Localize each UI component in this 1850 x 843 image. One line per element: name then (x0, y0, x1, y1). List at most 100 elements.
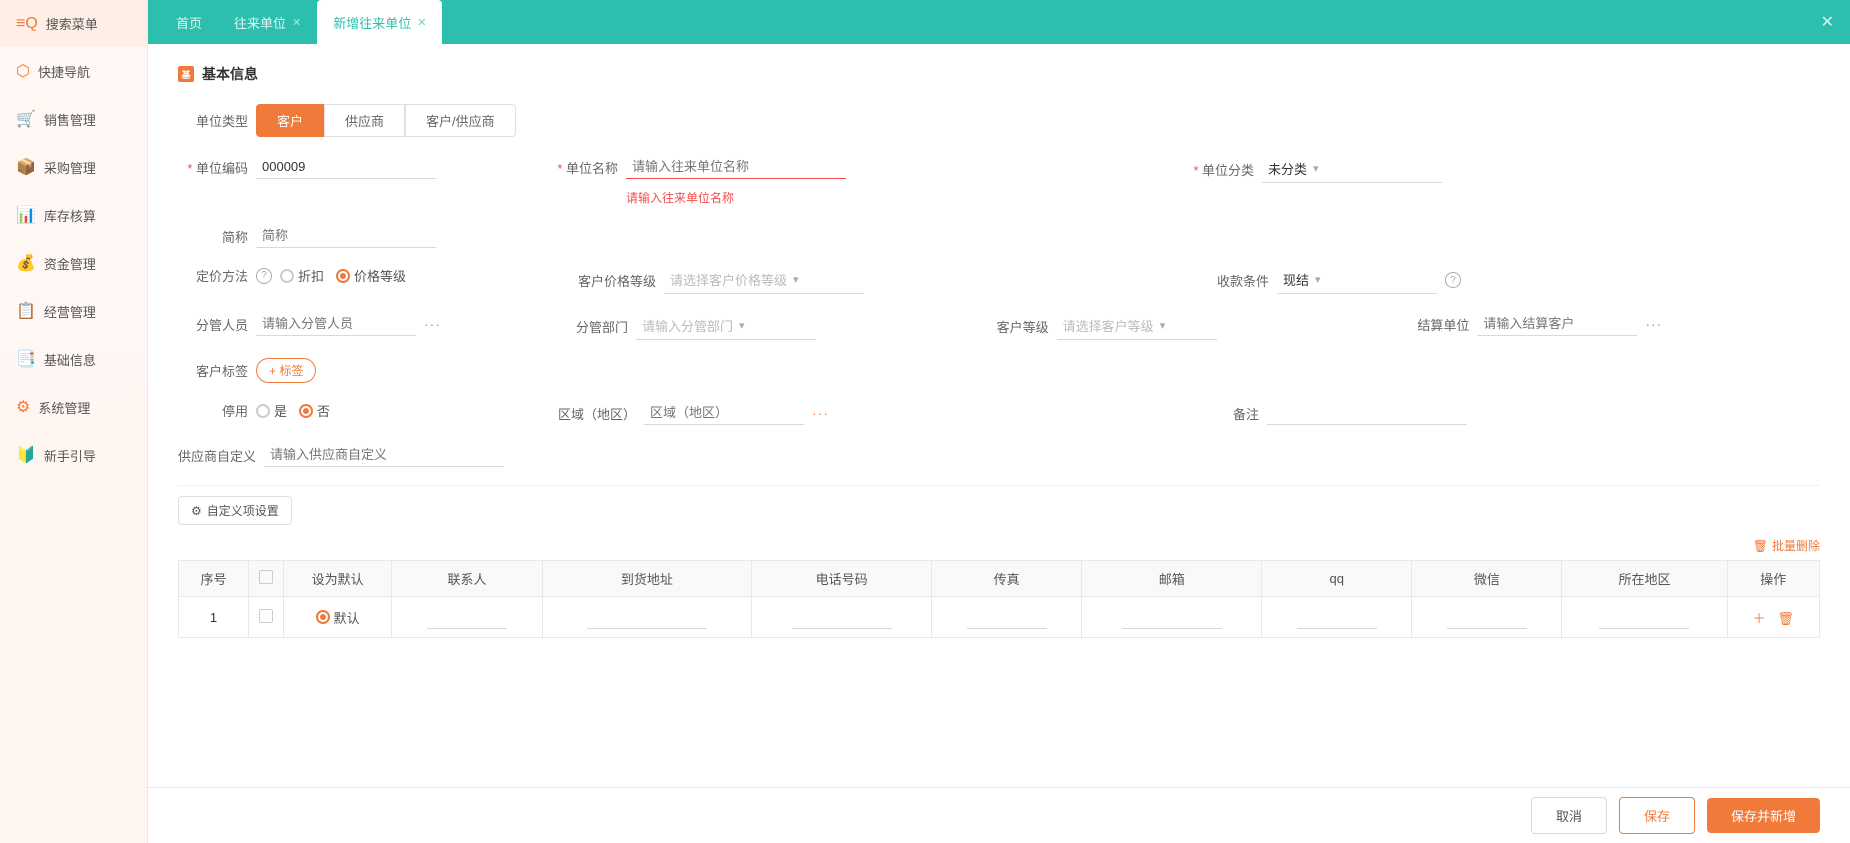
disable-no[interactable]: 否 (299, 401, 330, 420)
batch-delete-button[interactable]: 🗑 批量删除 (1753, 537, 1820, 554)
cell-seq: 1 (179, 597, 249, 638)
settlement-more-icon[interactable]: ··· (1645, 316, 1662, 332)
remark-input[interactable] (1267, 401, 1467, 425)
bottom-action-bar: 取消 保存 保存并新增 (148, 787, 1850, 843)
customer-tag-row: 客户标签 + 标签 (178, 358, 1820, 383)
customer-price-level-placeholder: 请选择客户价格等级 (670, 270, 787, 289)
disable-no-radio[interactable] (299, 404, 313, 418)
cancel-button[interactable]: 取消 (1531, 797, 1607, 834)
disable-region-row: 停用 是 否 区域（地区） ··· (178, 401, 1820, 425)
unit-type-supplier-btn[interactable]: 供应商 (324, 104, 405, 137)
disable-yes[interactable]: 是 (256, 401, 287, 420)
tab-counterparty-close[interactable]: ✕ (292, 16, 301, 29)
tab-new-counterparty[interactable]: 新增往来单位 ✕ (317, 0, 442, 44)
settlement-input[interactable] (1477, 312, 1637, 336)
customer-price-level-label: 客户价格等级 (578, 271, 656, 290)
sidebar-item-system-label: 系统管理 (38, 398, 90, 417)
cell-fax (932, 597, 1082, 638)
pricing-method-help-icon[interactable]: ? (256, 268, 272, 284)
cell-email (1082, 597, 1262, 638)
tab-counterparty[interactable]: 往来单位 ✕ (218, 0, 317, 44)
region-input[interactable] (644, 401, 804, 425)
purchase-icon: 📦 (16, 157, 36, 177)
disable-yes-radio[interactable] (256, 404, 270, 418)
row-add-icon[interactable]: ＋ (1753, 611, 1766, 626)
row-checkbox[interactable] (259, 609, 273, 623)
cell-wechat-input[interactable] (1447, 605, 1527, 629)
unit-type-both-btn[interactable]: 客户/供应商 (405, 104, 516, 137)
sidebar-item-sales[interactable]: 🛒 销售管理 (0, 95, 147, 143)
customer-price-level-select[interactable]: 请选择客户价格等级 ▾ (664, 266, 864, 294)
cell-contact-input[interactable] (427, 605, 507, 629)
table-row: 1 默认 (179, 597, 1820, 638)
row-default-radio[interactable] (316, 610, 330, 624)
unit-type-customer-btn[interactable]: 客户 (256, 104, 324, 137)
unit-name-input[interactable] (626, 155, 846, 179)
unit-name-label: 单位名称 (548, 158, 618, 177)
system-icon: ⚙ (16, 397, 30, 417)
unit-category-select[interactable]: 未分类 ▾ (1262, 155, 1442, 183)
pricing-method-discount[interactable]: 折扣 (280, 266, 324, 285)
supplier-custom-input[interactable] (264, 443, 504, 467)
cell-qq-input[interactable] (1297, 605, 1377, 629)
payment-terms-value: 现结 (1283, 270, 1309, 289)
supplier-custom-group: 供应商自定义 (178, 443, 1800, 467)
save-button[interactable]: 保存 (1619, 797, 1695, 834)
sidebar-item-inventory[interactable]: 📊 库存核算 (0, 191, 147, 239)
row-default-radio-item[interactable]: 默认 (294, 608, 382, 627)
sidebar-item-guide[interactable]: 🔰 新手引导 (0, 431, 147, 479)
unit-type-group-container: 单位类型 客户 供应商 客户/供应商 (178, 104, 1800, 137)
remark-group: 备注 (1189, 401, 1800, 425)
sidebar-item-quicknav[interactable]: ⬡ 快捷导航 (0, 47, 147, 95)
sidebar-item-purchase[interactable]: 📦 采购管理 (0, 143, 147, 191)
col-qq: qq (1262, 561, 1412, 597)
disable-group: 停用 是 否 (178, 401, 538, 420)
col-email: 邮箱 (1082, 561, 1262, 597)
main-area: 首页 往来单位 ✕ 新增往来单位 ✕ ✕ 基 基本信息 单位类型 客户 供应商 (148, 0, 1850, 843)
department-label: 分管部门 (558, 317, 628, 336)
department-select[interactable]: 请输入分管部门 ▾ (636, 312, 816, 340)
settlement-group: 结算单位 ··· (1399, 312, 1800, 336)
row-delete-icon[interactable]: 🗑 (1777, 611, 1794, 626)
region-more-icon[interactable]: ··· (812, 405, 829, 421)
payment-terms-help-icon[interactable]: ? (1445, 272, 1461, 288)
short-name-input[interactable] (256, 224, 436, 248)
unit-code-input[interactable] (256, 155, 436, 179)
cell-address-input[interactable] (587, 605, 707, 629)
col-seq: 序号 (179, 561, 249, 597)
cell-phone-input[interactable] (792, 605, 892, 629)
pricing-method-price-level[interactable]: 价格等级 (336, 266, 406, 285)
payment-terms-group: 收款条件 现结 ▾ ? (1199, 266, 1800, 294)
header-checkbox[interactable] (259, 570, 273, 584)
manager-row: 分管人员 ··· 分管部门 请输入分管部门 ▾ 客户等级 请选择客户等级 ▾ (178, 312, 1820, 340)
pricing-method-label: 定价方法 (178, 266, 248, 285)
disable-label: 停用 (178, 401, 248, 420)
sidebar-item-finance[interactable]: 💰 资金管理 (0, 239, 147, 287)
save-and-new-button[interactable]: 保存并新增 (1707, 798, 1820, 833)
cell-email-input[interactable] (1122, 605, 1222, 629)
pricing-method-price-level-radio[interactable] (336, 269, 350, 283)
inventory-icon: 📊 (16, 205, 36, 225)
sidebar-item-basic-info-label: 基础信息 (44, 350, 96, 369)
manager-more-icon[interactable]: ··· (424, 316, 441, 332)
close-all-tabs-button[interactable]: ✕ (1817, 8, 1838, 36)
tab-new-counterparty-close[interactable]: ✕ (417, 16, 426, 29)
payment-terms-select[interactable]: 现结 ▾ (1277, 266, 1437, 294)
cell-region-input[interactable] (1599, 605, 1689, 629)
pricing-method-discount-radio[interactable] (280, 269, 294, 283)
cell-fax-input[interactable] (967, 605, 1047, 629)
add-tag-button[interactable]: + 标签 (256, 358, 316, 383)
custom-settings-button[interactable]: ⚙ 自定义项设置 (178, 496, 292, 525)
tab-home[interactable]: 首页 (160, 0, 218, 44)
short-name-group: 简称 (178, 224, 528, 248)
department-chevron-icon: ▾ (739, 319, 745, 332)
sidebar-item-basic-info[interactable]: 📑 基础信息 (0, 335, 147, 383)
customer-level-select[interactable]: 请选择客户等级 ▾ (1057, 312, 1217, 340)
short-name-row: 简称 (178, 224, 1820, 248)
customer-tag-label: 客户标签 (178, 361, 248, 380)
sidebar-item-operations[interactable]: 📋 经营管理 (0, 287, 147, 335)
manager-input[interactable] (256, 312, 416, 336)
sidebar-item-search[interactable]: ≡Q 搜索菜单 (0, 0, 147, 47)
region-label: 区域（地区） (558, 404, 636, 423)
sidebar-item-system[interactable]: ⚙ 系统管理 (0, 383, 147, 431)
